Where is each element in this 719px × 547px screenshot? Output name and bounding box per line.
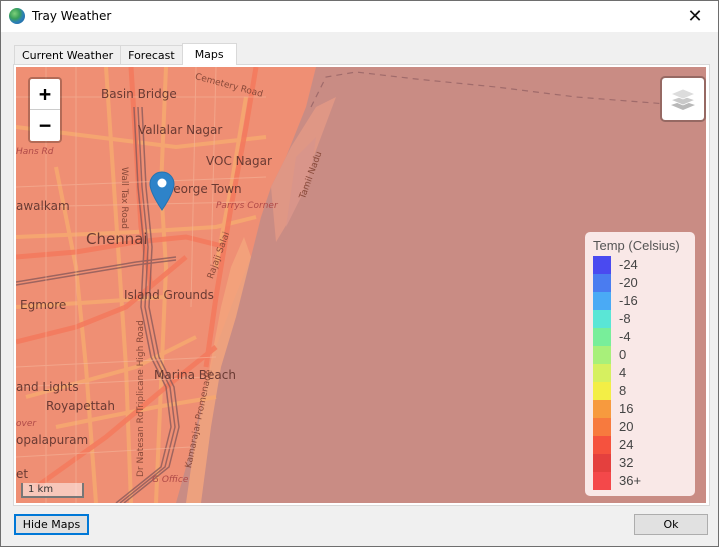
hide-maps-button[interactable]: Hide Maps bbox=[14, 514, 89, 535]
map-label: Hans Rd bbox=[16, 147, 54, 157]
legend-swatch bbox=[593, 472, 611, 490]
map-label: Chennai bbox=[86, 230, 148, 248]
legend-label: 4 bbox=[619, 365, 627, 380]
legend-item: -24 bbox=[593, 256, 693, 274]
legend-swatch bbox=[593, 274, 611, 292]
legend-label: 32 bbox=[619, 455, 634, 470]
map-label: Triplicane High Road bbox=[136, 320, 146, 412]
globe-icon bbox=[9, 8, 25, 24]
map-label: opalapuram bbox=[16, 433, 89, 447]
legend-label: 16 bbox=[619, 401, 634, 416]
ok-button[interactable]: Ok bbox=[634, 514, 708, 535]
layers-icon bbox=[670, 88, 696, 110]
window-title: Tray Weather bbox=[32, 9, 112, 23]
legend-item: -16 bbox=[593, 292, 693, 310]
legend-label: 36+ bbox=[619, 473, 642, 488]
map-label: George Town bbox=[164, 182, 242, 196]
legend-label: -8 bbox=[619, 311, 631, 326]
map-label: Egmore bbox=[20, 298, 67, 312]
map-label: et bbox=[16, 467, 29, 481]
legend-item: 20 bbox=[593, 418, 693, 436]
legend-title: Temp (Celsius) bbox=[593, 238, 680, 253]
map-marker-icon bbox=[149, 171, 175, 211]
legend-swatch bbox=[593, 382, 611, 400]
map-label: G Office bbox=[152, 475, 189, 485]
map-label: Dr Natesan Rd bbox=[136, 411, 146, 477]
legend-swatch bbox=[593, 346, 611, 364]
tab-current-weather[interactable]: Current Weather bbox=[14, 45, 122, 65]
legend-item: -20 bbox=[593, 274, 693, 292]
map-label: and Lights bbox=[16, 380, 79, 394]
legend-item: -8 bbox=[593, 310, 693, 328]
temperature-legend: Temp (Celsius) -24 -20 -16 -8 -4 0 4 8 16 20 24 32 3… bbox=[585, 232, 695, 496]
map-label: over bbox=[16, 419, 37, 429]
legend-swatch bbox=[593, 328, 611, 346]
map-label: Basin Bridge bbox=[101, 87, 177, 101]
legend-label: 8 bbox=[619, 383, 627, 398]
title-bar: Tray Weather ✕ bbox=[1, 1, 718, 32]
legend-label: -24 bbox=[619, 257, 638, 272]
legend-item: 36+ bbox=[593, 472, 693, 490]
legend-item: 32 bbox=[593, 454, 693, 472]
map-label: Parrys Corner bbox=[216, 201, 278, 211]
legend-swatch bbox=[593, 310, 611, 328]
legend-item: -4 bbox=[593, 328, 693, 346]
map-label: Island Grounds bbox=[124, 288, 214, 302]
legend-label: -16 bbox=[619, 293, 638, 308]
legend-swatch bbox=[593, 418, 611, 436]
tab-bar: Current Weather Forecast Maps bbox=[14, 43, 237, 65]
legend-label: -4 bbox=[619, 329, 631, 344]
map-label: Vallalar Nagar bbox=[138, 123, 223, 137]
maps-panel: Basin Bridge Cemetery Road Vallalar Naga… bbox=[13, 64, 710, 506]
map-scale: 1 km bbox=[21, 483, 84, 498]
zoom-out-button[interactable]: − bbox=[30, 110, 60, 140]
legend-swatch bbox=[593, 292, 611, 310]
location-marker[interactable] bbox=[149, 171, 175, 211]
legend-swatch bbox=[593, 256, 611, 274]
map-label: Marina Beach bbox=[154, 368, 236, 382]
map-label: VOC Nagar bbox=[206, 154, 272, 168]
map-label: Wall Tax Road bbox=[119, 167, 129, 229]
legend-item: 8 bbox=[593, 382, 693, 400]
legend-swatch bbox=[593, 364, 611, 382]
tray-weather-window: Tray Weather ✕ Current Weather Forecast … bbox=[0, 0, 719, 547]
close-button[interactable]: ✕ bbox=[672, 1, 718, 32]
layers-button[interactable] bbox=[660, 76, 706, 122]
tab-forecast[interactable]: Forecast bbox=[120, 45, 183, 65]
legend-swatch bbox=[593, 436, 611, 454]
map-label: Royapettah bbox=[46, 399, 115, 413]
legend-item: 16 bbox=[593, 400, 693, 418]
close-icon: ✕ bbox=[687, 6, 703, 27]
weather-map[interactable]: Basin Bridge Cemetery Road Vallalar Naga… bbox=[16, 67, 706, 503]
legend-item: 0 bbox=[593, 346, 693, 364]
zoom-in-button[interactable]: + bbox=[30, 79, 60, 110]
legend-item: 4 bbox=[593, 364, 693, 382]
legend-swatch bbox=[593, 400, 611, 418]
legend-item: 24 bbox=[593, 436, 693, 454]
tab-maps[interactable]: Maps bbox=[181, 43, 237, 65]
legend-label: 0 bbox=[619, 347, 627, 362]
legend-swatch bbox=[593, 454, 611, 472]
legend-label: 24 bbox=[619, 437, 634, 452]
legend-label: 20 bbox=[619, 419, 634, 434]
legend-label: -20 bbox=[619, 275, 638, 290]
zoom-control: + − bbox=[28, 77, 62, 143]
map-label: awalkam bbox=[16, 199, 70, 213]
